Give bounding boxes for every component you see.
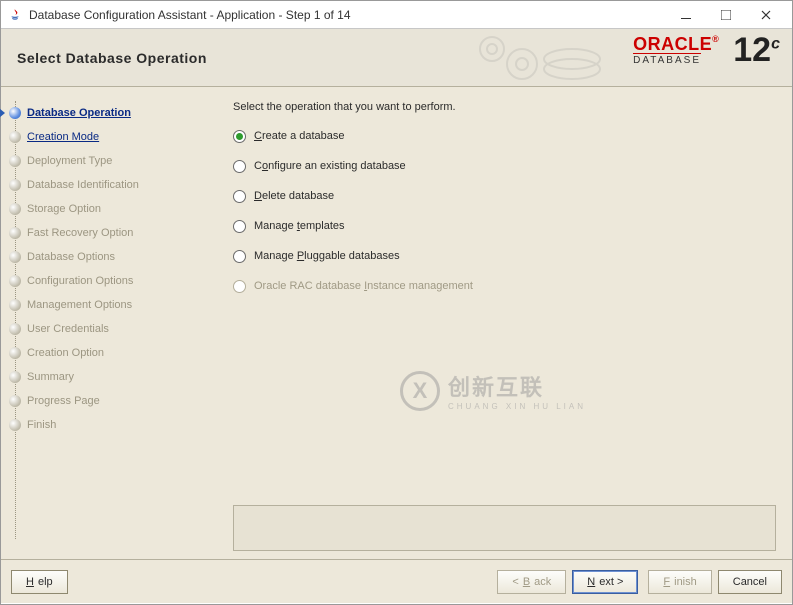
radio-icon [233,280,246,293]
next-button[interactable]: Next > [572,570,638,594]
nav-step-13: Finish [1,413,217,437]
nav-step-label: Management Options [27,299,132,311]
help-button-rest: elp [38,576,53,588]
version-label: 12c [733,33,780,67]
nav-bullet-icon [9,107,21,119]
radio-label: Oracle RAC database Instance management [254,280,473,292]
nav-step-4: Storage Option [1,197,217,221]
radio-label: Manage templates [254,220,345,232]
java-icon [7,7,23,23]
finish-button: Finish [648,570,711,594]
nav-bullet-icon [9,299,21,311]
nav-bullet-icon [9,131,21,143]
radio-icon [233,160,246,173]
nav-step-8: Management Options [1,293,217,317]
nav-bullet-icon [9,203,21,215]
header-decoration-icon [462,29,622,87]
nav-step-9: User Credentials [1,317,217,341]
page-title: Select Database Operation [17,50,207,66]
nav-bullet-icon [9,275,21,287]
watermark-sub: CHUANG XIN HU LIAN [448,402,586,411]
operation-option-1[interactable]: Configure an existing database [233,155,776,177]
minimize-button[interactable] [666,2,706,28]
nav-step-0[interactable]: Database Operation [1,101,217,125]
nav-bullet-icon [9,347,21,359]
nav-step-11: Summary [1,365,217,389]
nav-step-7: Configuration Options [1,269,217,293]
operation-option-5: Oracle RAC database Instance management [233,275,776,297]
oracle-logo: ORACLE® DATABASE [633,35,719,66]
nav-bullet-icon [9,227,21,239]
operation-option-2[interactable]: Delete database [233,185,776,207]
radio-icon [233,130,246,143]
nav-bullet-icon [9,251,21,263]
nav-step-6: Database Options [1,245,217,269]
nav-step-10: Creation Option [1,341,217,365]
watermark: X 创新互联 CHUANG XIN HU LIAN [400,370,586,411]
nav-step-label: Creation Mode [27,131,99,143]
radio-label: Delete database [254,190,334,202]
operation-radio-group: Create a database Configure an existing d… [233,125,776,297]
wizard-footer: Help < Back Next > Finish Cancel [1,559,792,603]
nav-step-label: Deployment Type [27,155,112,167]
nav-bullet-icon [9,371,21,383]
radio-icon [233,220,246,233]
wizard-main-panel: Select the operation that you want to pe… [217,87,792,559]
nav-step-label: Database Operation [27,107,131,119]
close-button[interactable] [746,2,786,28]
nav-step-label: Fast Recovery Option [27,227,133,239]
radio-label: Configure an existing database [254,160,406,172]
window-title: Database Configuration Assistant - Appli… [29,8,666,22]
instruction-text: Select the operation that you want to pe… [233,101,776,113]
message-area [233,505,776,551]
nav-step-label: Summary [27,371,74,383]
nav-step-label: Database Identification [27,179,139,191]
nav-bullet-icon [9,179,21,191]
nav-step-label: Finish [27,419,56,431]
nav-step-label: Progress Page [27,395,100,407]
back-button: < Back [497,570,566,594]
radio-label: Manage Pluggable databases [254,250,400,262]
nav-step-1[interactable]: Creation Mode [1,125,217,149]
operation-option-4[interactable]: Manage Pluggable databases [233,245,776,267]
radio-icon [233,250,246,263]
nav-step-3: Database Identification [1,173,217,197]
nav-step-5: Fast Recovery Option [1,221,217,245]
cancel-button[interactable]: Cancel [718,570,782,594]
radio-icon [233,190,246,203]
wizard-steps-sidebar: Database Operation Creation Mode Deploymen… [1,87,217,559]
nav-step-2: Deployment Type [1,149,217,173]
nav-step-label: Configuration Options [27,275,133,287]
radio-label: Create a database [254,130,345,142]
window-titlebar: Database Configuration Assistant - Appli… [1,1,792,29]
nav-bullet-icon [9,419,21,431]
wizard-header: Select Database Operation ORACLE® DATABA… [1,29,792,87]
operation-option-3[interactable]: Manage templates [233,215,776,237]
watermark-icon: X [400,371,440,411]
operation-option-0[interactable]: Create a database [233,125,776,147]
nav-bullet-icon [9,395,21,407]
watermark-main: 创新互联 [448,370,586,402]
help-button[interactable]: Help [11,570,68,594]
nav-step-label: Creation Option [27,347,104,359]
nav-step-label: Storage Option [27,203,101,215]
nav-step-label: Database Options [27,251,115,263]
nav-step-12: Progress Page [1,389,217,413]
nav-step-label: User Credentials [27,323,109,335]
nav-bullet-icon [9,155,21,167]
nav-bullet-icon [9,323,21,335]
wizard-content: Database Operation Creation Mode Deploymen… [1,87,792,559]
maximize-button[interactable] [706,2,746,28]
